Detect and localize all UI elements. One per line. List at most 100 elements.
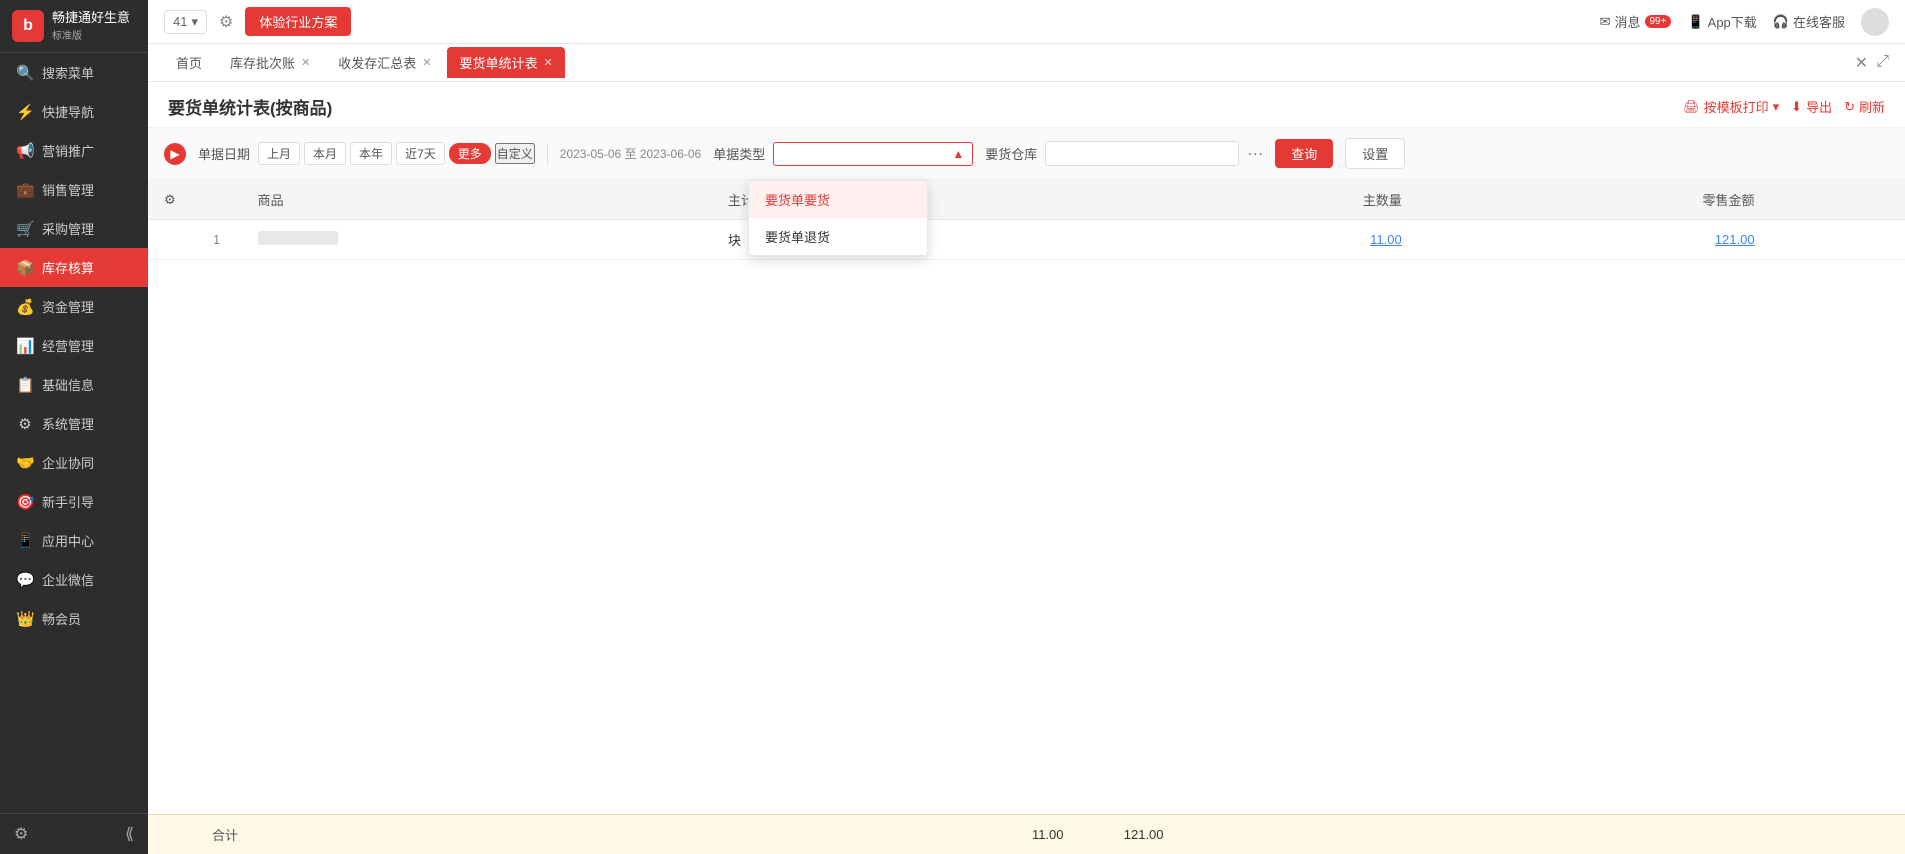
- refresh-button[interactable]: ↻ 刷新: [1844, 97, 1885, 116]
- headset-icon: 🎧: [1773, 14, 1789, 30]
- trial-button[interactable]: 体验行业方案: [245, 7, 351, 36]
- sidebar-item-sales[interactable]: 💼 销售管理: [0, 170, 148, 209]
- more-filters-icon[interactable]: ⋯: [1247, 144, 1263, 164]
- filter-expand-btn[interactable]: ▶: [164, 143, 186, 165]
- finance-icon: 💰: [16, 298, 34, 316]
- table-wrap: ⚙ 商品 主计量单位 主数量 零售金额 1: [148, 180, 1905, 814]
- phone-icon: 📱: [1687, 14, 1703, 30]
- online-service-label: 在线客服: [1793, 12, 1845, 31]
- sidebar-item-basic-info[interactable]: 📋 基础信息: [0, 365, 148, 404]
- collapse-icon[interactable]: ⟪: [125, 824, 134, 844]
- cell-quantity: 11.00: [1119, 220, 1417, 260]
- sidebar-item-wechat[interactable]: 💬 企业微信: [0, 560, 148, 599]
- date-buttons: 上月 本月 本年 近7天 更多 自定义: [258, 142, 535, 165]
- app-download-item[interactable]: 📱 App下载: [1687, 12, 1756, 31]
- settings-bottom-icon[interactable]: ⚙: [14, 824, 28, 844]
- gear-button[interactable]: ⚙: [219, 12, 233, 32]
- sidebar: b 畅捷通好生意 标准版 🔍 搜索菜单 ⚡ 快捷导航 📢 营销推广 💼 销售管理…: [0, 0, 148, 854]
- cell-settings: [148, 220, 192, 260]
- sidebar-item-guide[interactable]: 🎯 新手引导: [0, 482, 148, 521]
- logo-name: 畅捷通好生意: [52, 10, 130, 27]
- tab-order-stats[interactable]: 要货单统计表 ✕: [447, 47, 564, 78]
- sidebar-item-label-app-center: 应用中心: [42, 531, 94, 550]
- sidebar-item-finance[interactable]: 💰 资金管理: [0, 287, 148, 326]
- tab-order-stats-label: 要货单统计表: [459, 53, 537, 72]
- footer-label: 合计: [212, 825, 238, 844]
- sidebar-item-app-center[interactable]: 📱 应用中心: [0, 521, 148, 560]
- date-custom-btn[interactable]: 自定义: [495, 143, 535, 164]
- messages-item[interactable]: ✉ 消息 99+: [1600, 12, 1672, 31]
- refresh-icon: ↻: [1844, 99, 1855, 115]
- messages-label: 消息: [1614, 12, 1640, 31]
- sidebar-item-label-quick-nav: 快捷导航: [42, 102, 94, 121]
- table-footer: 合计 11.00 121.00: [148, 814, 1905, 854]
- member-icon: 👑: [16, 610, 34, 628]
- sidebar-item-label-finance: 资金管理: [42, 297, 94, 316]
- header-left: 41 ▾ ⚙ 体验行业方案: [164, 7, 1584, 36]
- page-actions: 🖨 按模板打印 ▾ ⬇ 导出 ↻ 刷新: [1683, 97, 1885, 116]
- filter-bar: ▶ 单据日期 上月 本月 本年 近7天 更多 自定义 2023-05-06 至 …: [148, 128, 1905, 180]
- filter-settings-button[interactable]: 设置: [1345, 138, 1405, 169]
- sidebar-item-purchase[interactable]: 🛒 采购管理: [0, 209, 148, 248]
- date-more-btn[interactable]: 更多: [449, 143, 491, 164]
- marketing-icon: 📢: [16, 142, 34, 160]
- sidebar-item-label-purchase: 采购管理: [42, 219, 94, 238]
- message-icon: ✉: [1600, 14, 1611, 30]
- sidebar-item-marketing[interactable]: 📢 营销推广: [0, 131, 148, 170]
- tab-receipt-summary[interactable]: 收发存汇总表 ✕: [326, 47, 443, 78]
- dropdown-item-return[interactable]: 要货单退货: [749, 218, 927, 255]
- type-dropdown: 要货单要货 要货单退货: [748, 180, 928, 256]
- date-filter-section: 单据日期 上月 本月 本年 近7天 更多 自定义 2023-05-06 至 20…: [198, 142, 701, 165]
- sidebar-item-member[interactable]: 👑 畅会员: [0, 599, 148, 638]
- sidebar-item-label-operations: 经营管理: [42, 336, 94, 355]
- tab-expand-icon[interactable]: ⤢: [1876, 53, 1889, 73]
- sidebar-item-operations[interactable]: 📊 经营管理: [0, 326, 148, 365]
- tab-home[interactable]: 首页: [164, 47, 214, 78]
- cell-product: [242, 220, 712, 260]
- sidebar-item-search[interactable]: 🔍 搜索菜单: [0, 53, 148, 92]
- refresh-label: 刷新: [1859, 97, 1885, 116]
- sidebar-item-label-system: 系统管理: [42, 414, 94, 433]
- warehouse-input[interactable]: [1045, 141, 1239, 166]
- footer-quantity: 11.00: [984, 827, 1064, 842]
- product-placeholder: [258, 231, 338, 245]
- amount-link[interactable]: 121.00: [1715, 232, 1755, 247]
- quantity-link[interactable]: 11.00: [1370, 232, 1402, 247]
- dropdown-item-order[interactable]: 要货单要货: [749, 181, 927, 218]
- tab-receipt-summary-close[interactable]: ✕: [422, 56, 431, 69]
- date-btn-last-7[interactable]: 近7天: [396, 142, 445, 165]
- warehouse-label: 要货仓库: [985, 144, 1037, 163]
- page-content: 要货单统计表(按商品) 🖨 按模板打印 ▾ ⬇ 导出 ↻ 刷新 ▶: [148, 82, 1905, 854]
- print-button[interactable]: 🖨 按模板打印 ▾: [1683, 97, 1779, 116]
- type-arrow-icon: ▲: [952, 147, 964, 161]
- date-label: 单据日期: [198, 144, 250, 163]
- date-btn-this-month[interactable]: 本月: [304, 142, 346, 165]
- tab-close-all-icon[interactable]: ✕: [1855, 53, 1868, 73]
- cell-amount: 121.00: [1418, 220, 1771, 260]
- footer-amount: 121.00: [1084, 827, 1164, 842]
- tab-inventory-batch-close[interactable]: ✕: [301, 56, 310, 69]
- sidebar-item-enterprise[interactable]: 🤝 企业协同: [0, 443, 148, 482]
- page-title: 要货单统计表(按商品): [168, 94, 332, 119]
- type-select[interactable]: ▲: [773, 142, 973, 166]
- date-btn-this-year[interactable]: 本年: [350, 142, 392, 165]
- logo-sub: 标准版: [52, 27, 130, 42]
- tab-inventory-batch[interactable]: 库存批次账 ✕: [218, 47, 322, 78]
- company-selector[interactable]: 41 ▾: [164, 10, 207, 34]
- col-header-settings[interactable]: ⚙: [148, 180, 192, 220]
- sidebar-item-system[interactable]: ⚙ 系统管理: [0, 404, 148, 443]
- date-btn-last-month[interactable]: 上月: [258, 142, 300, 165]
- tabs-bar: 首页 库存批次账 ✕ 收发存汇总表 ✕ 要货单统计表 ✕ ✕ ⤢: [148, 44, 1905, 82]
- online-service-item[interactable]: 🎧 在线客服: [1773, 12, 1845, 31]
- messages-badge: 99+: [1645, 15, 1672, 28]
- guide-icon: 🎯: [16, 493, 34, 511]
- sidebar-item-quick-nav[interactable]: ⚡ 快捷导航: [0, 92, 148, 131]
- export-button[interactable]: ⬇ 导出: [1791, 97, 1832, 116]
- tab-order-stats-close[interactable]: ✕: [544, 56, 553, 69]
- main-table: ⚙ 商品 主计量单位 主数量 零售金额 1: [148, 180, 1905, 260]
- sidebar-item-inventory[interactable]: 📦 库存核算: [0, 248, 148, 287]
- avatar[interactable]: [1861, 8, 1889, 36]
- query-button[interactable]: 查询: [1275, 139, 1333, 168]
- enterprise-icon: 🤝: [16, 454, 34, 472]
- col-header-product: 商品: [242, 180, 712, 220]
